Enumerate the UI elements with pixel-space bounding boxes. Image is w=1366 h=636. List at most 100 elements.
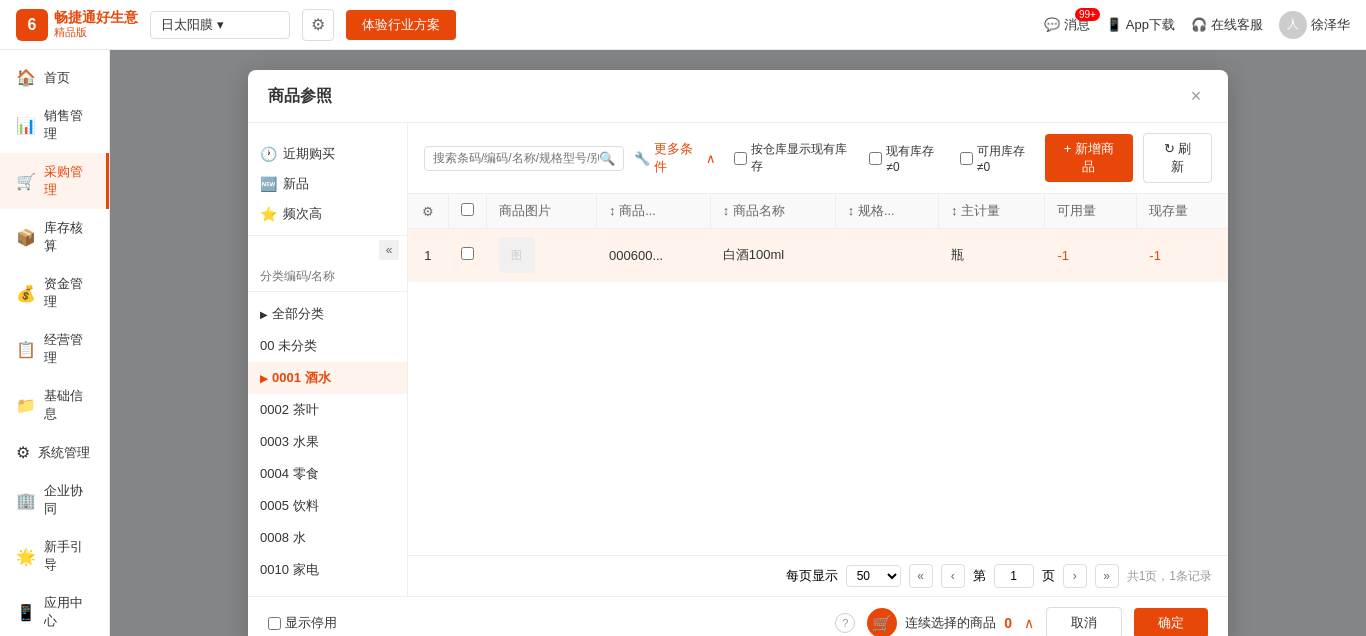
home-icon: 🏠 [16,68,36,87]
cat-beverage[interactable]: 0005 饮料 [248,490,407,522]
show-disabled-check[interactable]: 显示停用 [268,614,337,632]
modal-footer: 显示停用 ? 🛒 连续选择的商品 0 ∧ 取消 确定 [248,596,1228,636]
service-button[interactable]: 🎧 在线客服 [1191,16,1263,34]
add-product-button[interactable]: + 新增商品 [1045,134,1134,182]
col-spec[interactable]: ↕ 规格... [835,194,938,229]
chevron-up-icon: ∧ [706,151,716,166]
user-area[interactable]: 人 徐泽华 [1279,11,1350,39]
sidebar-item-purchase[interactable]: 🛒 采购管理 [0,153,109,209]
quick-link-new[interactable]: 🆕 新品 [248,169,407,199]
sidebar-item-basic-info[interactable]: 📁 基础信息 [0,377,109,433]
cancel-button[interactable]: 取消 [1046,607,1122,636]
product-table: ⚙ 商品图片 ↕ 商品... ↕ 商品名称 ↕ 规格... ↕ 主计量 可用量 [408,194,1228,282]
cat-liquor[interactable]: ▶ 0001 酒水 [248,362,407,394]
filter-icon: 🔧 [634,151,650,166]
col-name[interactable]: ↕ 商品名称 [710,194,835,229]
col-code[interactable]: ↕ 商品... [597,194,711,229]
filter-checkboxes: 按仓库显示现有库存 现有库存≠0 可用库存≠0 [734,141,1034,175]
sidebar-item-inventory[interactable]: 📦 库存核算 [0,209,109,265]
store-selector[interactable]: 日太阳膜 ▾ [150,11,290,39]
sidebar-item-enterprise[interactable]: 🏢 企业协同 [0,472,109,528]
more-filters-button[interactable]: 🔧 更多条件 ∧ [634,140,716,176]
filter-avail-check[interactable]: 现有库存≠0 [869,143,944,174]
basic-info-icon: 📁 [16,396,36,415]
sidebar-item-label: 库存核算 [44,219,93,255]
cat-uncategorized[interactable]: 00 未分类 [248,330,407,362]
modal-close-button[interactable]: × [1184,84,1208,108]
cart-icon: 🛒 [867,608,897,636]
collapse-button[interactable]: « [379,240,399,260]
refresh-button[interactable]: ↻ 刷新 [1143,133,1212,183]
sidebar-item-operations[interactable]: 📋 经营管理 [0,321,109,377]
gear-button[interactable]: ⚙ [302,9,334,41]
cat-fruit[interactable]: 0003 水果 [248,426,407,458]
product-image: 图 [499,237,535,273]
col-unit[interactable]: ↕ 主计量 [939,194,1045,229]
col-stock: 现存量 [1137,194,1228,229]
filter-avail-label: 现有库存≠0 [886,143,944,174]
product-table-container: ⚙ 商品图片 ↕ 商品... ↕ 商品名称 ↕ 规格... ↕ 主计量 可用量 [408,194,1228,555]
search-toolbar: 🔍 🔧 更多条件 ∧ 按仓库显示现有库存 [408,123,1228,194]
cart-collapse-button[interactable]: ∧ [1024,615,1034,631]
sidebar-item-label: 应用中心 [44,594,93,630]
sidebar-item-system[interactable]: ⚙ 系统管理 [0,433,109,472]
pagination: 每页显示 50 20 100 « ‹ 第 页 › [408,555,1228,596]
select-all-checkbox[interactable] [461,203,474,216]
cat-appliance[interactable]: 0010 家电 [248,554,407,586]
sidebar-item-label: 新手引导 [44,538,93,574]
product-search-input[interactable] [433,151,599,165]
sidebar-item-label: 采购管理 [44,163,90,199]
sidebar-item-home[interactable]: 🏠 首页 [0,58,109,97]
table-row[interactable]: 1 图 000600... 白酒100ml 瓶 [408,229,1228,282]
enterprise-icon: 🏢 [16,491,36,510]
cat-snack[interactable]: 0004 零食 [248,458,407,490]
sidebar-item-label: 经营管理 [44,331,93,367]
filter-stock-check[interactable]: 按仓库显示现有库存 [734,141,853,175]
filter-usable-check[interactable]: 可用库存≠0 [960,143,1035,174]
confirm-button[interactable]: 确定 [1134,608,1208,636]
footer-right: ? 🛒 连续选择的商品 0 ∧ 取消 确定 [835,607,1208,636]
quick-link-recent[interactable]: 🕐 近期购买 [248,139,407,169]
trial-button[interactable]: 体验行业方案 [346,10,456,40]
help-button[interactable]: ? [835,613,855,633]
page-number-input[interactable] [994,564,1034,588]
sidebar-item-finance[interactable]: 💰 资金管理 [0,265,109,321]
sidebar: 🏠 首页 📊 销售管理 🛒 采购管理 📦 库存核算 💰 资金管理 📋 经营管理 … [0,50,110,636]
cat-water[interactable]: 0008 水 [248,522,407,554]
sidebar-item-label: 系统管理 [38,444,90,462]
sidebar-item-app-center[interactable]: 📱 应用中心 [0,584,109,636]
message-button[interactable]: 💬 消息 99+ [1044,16,1090,34]
row-num: 1 [408,229,448,282]
cat-all[interactable]: ▶ 全部分类 [248,298,407,330]
app-label: App下载 [1126,16,1175,34]
filter-stock-checkbox[interactable] [734,152,747,165]
row-checkbox[interactable] [448,229,486,282]
system-icon: ⚙ [16,443,30,462]
next-page-button[interactable]: › [1063,564,1087,588]
filter-avail-checkbox[interactable] [869,152,882,165]
app-download-button[interactable]: 📱 App下载 [1106,16,1175,34]
quick-link-label: 近期购买 [283,145,335,163]
cat-label: 0005 饮料 [260,497,319,515]
quick-link-frequent[interactable]: ⭐ 频次高 [248,199,407,229]
new-icon: 🆕 [260,176,277,192]
category-search-input[interactable] [260,269,408,283]
row-select-checkbox[interactable] [461,247,474,260]
last-page-button[interactable]: » [1095,564,1119,588]
show-disabled-checkbox[interactable] [268,617,281,630]
cat-label: 0004 零食 [260,465,319,483]
first-page-button[interactable]: « [909,564,933,588]
app-center-icon: 📱 [16,603,36,622]
page-label: 第 [973,567,986,585]
sidebar-item-sales[interactable]: 📊 销售管理 [0,97,109,153]
per-page-select[interactable]: 50 20 100 [846,565,901,587]
cat-tea[interactable]: 0002 茶叶 [248,394,407,426]
filter-usable-checkbox[interactable] [960,152,973,165]
sidebar-item-label: 基础信息 [44,387,93,423]
cat-label: 0010 家电 [260,561,319,579]
right-panel: 🔍 🔧 更多条件 ∧ 按仓库显示现有库存 [408,123,1228,596]
quick-link-label: 频次高 [283,205,322,223]
sidebar-item-guide[interactable]: 🌟 新手引导 [0,528,109,584]
prev-page-button[interactable]: ‹ [941,564,965,588]
cat-arrow-icon: ▶ [260,309,268,320]
